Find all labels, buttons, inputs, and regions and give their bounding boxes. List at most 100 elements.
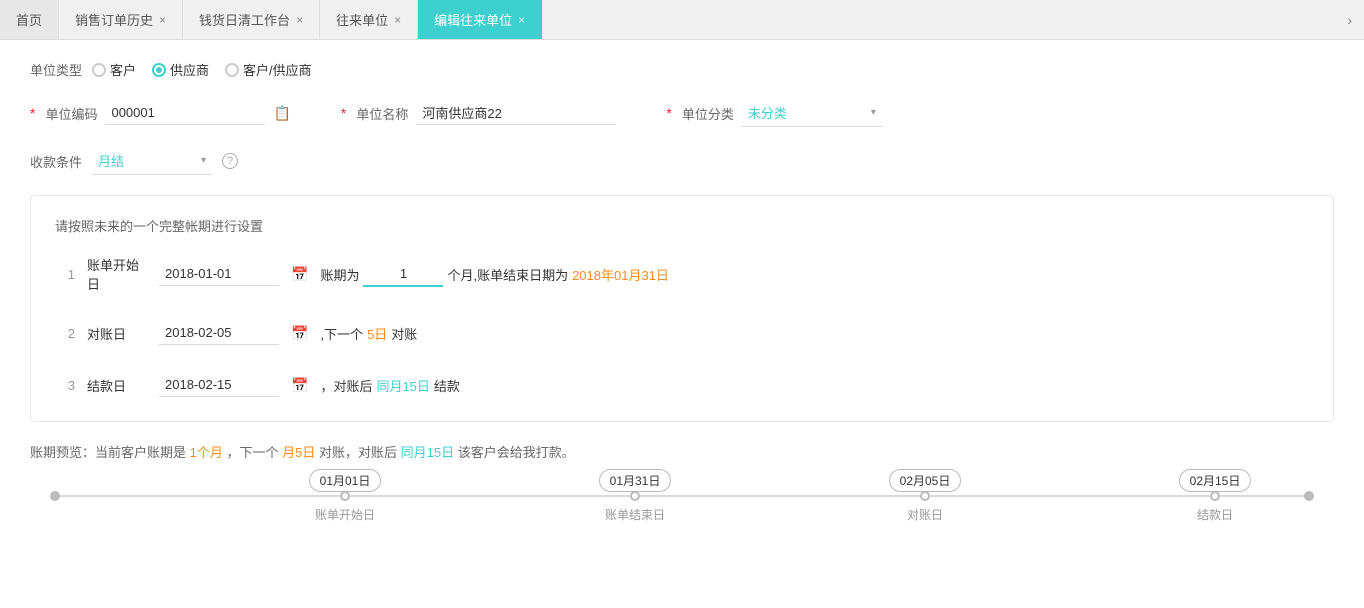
- payment-terms-label: 收款条件: [30, 152, 82, 171]
- timeline-date-1: 01月01日: [309, 469, 382, 492]
- unit-name-input[interactable]: [416, 101, 616, 125]
- preview-day: 月5日: [282, 445, 315, 460]
- calendar-icon-code[interactable]: 📋: [273, 105, 290, 122]
- timeline-line-3: [640, 495, 920, 497]
- timeline-date-2: 01月31日: [599, 469, 672, 492]
- payment-terms-chevron: ▾: [201, 155, 206, 166]
- timeline-node-3: 02月05日 对账日: [920, 491, 930, 501]
- timeline-dot-4: [1210, 491, 1220, 501]
- reconcile-date-calendar[interactable]: 📅: [291, 325, 308, 342]
- preview-payment-day: 同月15日: [401, 445, 454, 460]
- setting-row-2: 2 对账日 📅 ,下一个 5日 对账: [55, 321, 1309, 345]
- panel-title: 请按照未来的一个完整帐期进行设置: [55, 216, 1309, 235]
- period-input[interactable]: [363, 262, 443, 287]
- payment-day-highlight: 同月15日: [376, 376, 429, 395]
- payment-terms-select[interactable]: 月结 ▾: [92, 147, 212, 175]
- payment-date-calendar[interactable]: 📅: [291, 377, 308, 394]
- unit-category-select[interactable]: 未分类 ▾: [742, 99, 882, 127]
- timeline-date-4: 02月15日: [1179, 469, 1252, 492]
- row-1-desc: 账期为 个月,账单结束日期为 2018年01月31日: [320, 262, 668, 287]
- radio-supplier-circle: [152, 63, 166, 77]
- start-date-calendar[interactable]: 📅: [291, 266, 308, 283]
- start-date-input[interactable]: [159, 262, 279, 286]
- unit-type-label: 单位类型: [30, 60, 82, 79]
- unit-code-group: * 单位编码 📋: [30, 101, 291, 125]
- timeline-dot-2: [630, 491, 640, 501]
- tab-bar: 首页 销售订单历史 × 钱货日清工作台 × 往来单位 × 编辑往来单位 × ›: [0, 0, 1364, 40]
- timeline-line-2: [350, 495, 630, 497]
- unit-type-radio-group: 客户 供应商 客户/供应商: [92, 60, 312, 79]
- row-1-desc-prefix: 账期为: [320, 265, 359, 284]
- tab-partner-label: 往来单位: [336, 10, 388, 29]
- timeline: 01月01日 账单开始日 01月31日 账单结束日 02月05日 对账日 0: [50, 491, 1314, 501]
- timeline-dot-1: [340, 491, 350, 501]
- close-tab-cash-workbench[interactable]: ×: [296, 14, 303, 26]
- row-2-desc: ,下一个 5日 对账: [320, 324, 417, 343]
- unit-category-chevron: ▾: [871, 107, 876, 118]
- unit-category-star: *: [666, 105, 671, 121]
- tab-cash-workbench-label: 钱货日清工作台: [199, 10, 290, 29]
- reconcile-date-input[interactable]: [159, 321, 279, 345]
- setting-row-1: 1 账单开始日 📅 账期为 个月,账单结束日期为 2018年01月31日: [55, 255, 1309, 293]
- unit-details-row: * 单位编码 📋 * 单位名称 * 单位分类 未分类 ▾: [30, 99, 1334, 127]
- radio-customer-supplier[interactable]: 客户/供应商: [225, 60, 312, 79]
- tab-home[interactable]: 首页: [0, 0, 59, 39]
- close-tab-edit-partner[interactable]: ×: [518, 14, 525, 26]
- setting-row-3: 3 结款日 📅 ，对账后 同月15日 结款: [55, 373, 1309, 397]
- close-tab-sales-history[interactable]: ×: [159, 14, 166, 26]
- unit-name-group: * 单位名称: [341, 101, 616, 125]
- row-3-desc: ，对账后 同月15日 结款: [320, 376, 460, 395]
- tab-sales-history[interactable]: 销售订单历史 ×: [59, 0, 183, 39]
- tab-cash-workbench[interactable]: 钱货日清工作台 ×: [183, 0, 320, 39]
- tab-edit-partner-label: 编辑往来单位: [434, 10, 512, 29]
- end-date-highlight: 2018年01月31日: [572, 265, 669, 284]
- unit-category-group: * 单位分类 未分类 ▾: [666, 99, 881, 127]
- timeline-label-1: 账单开始日: [315, 506, 375, 523]
- radio-customer-label: 客户: [110, 60, 136, 79]
- row-num-2: 2: [55, 326, 75, 341]
- timeline-label-3: 对账日: [907, 506, 943, 523]
- row-1-desc-middle: 个月,账单结束日期为: [447, 265, 568, 284]
- row-3-desc-prefix: ，对账后: [320, 376, 372, 395]
- radio-supplier[interactable]: 供应商: [152, 60, 209, 79]
- timeline-container: 01月01日 账单开始日 01月31日 账单结束日 02月05日 对账日 0: [30, 491, 1334, 541]
- unit-code-input[interactable]: [105, 101, 265, 125]
- tab-home-label: 首页: [16, 10, 42, 29]
- tab-edit-partner[interactable]: 编辑往来单位 ×: [418, 0, 542, 39]
- settings-panel: 请按照未来的一个完整帐期进行设置 1 账单开始日 📅 账期为 个月,账单结束日期…: [30, 195, 1334, 422]
- radio-customer[interactable]: 客户: [92, 60, 136, 79]
- row-label-1: 账单开始日: [87, 255, 147, 293]
- timeline-node-2: 01月31日 账单结束日: [630, 491, 640, 501]
- row-num-3: 3: [55, 378, 75, 393]
- row-num-1: 1: [55, 267, 75, 282]
- timeline-date-3: 02月05日: [889, 469, 962, 492]
- timeline-line-4: [930, 495, 1210, 497]
- tab-more-button[interactable]: ›: [1335, 0, 1364, 39]
- timeline-node-4: 02月15日 结款日: [1210, 491, 1220, 501]
- unit-category-label: 单位分类: [682, 104, 734, 123]
- timeline-start-dot: [50, 491, 60, 501]
- timeline-label-4: 结款日: [1197, 506, 1233, 523]
- row-2-desc-suffix: 对账: [391, 324, 417, 343]
- timeline-dot-3: [920, 491, 930, 501]
- timeline-line-1: [60, 495, 340, 497]
- timeline-end-dot: [1304, 491, 1314, 501]
- main-content: 单位类型 客户 供应商 客户/供应商 * 单位编码 📋 * 单位名: [0, 40, 1364, 608]
- preview-middle: ，下一个: [227, 445, 279, 460]
- preview-suffix: 该客户会给我打款。: [458, 445, 575, 460]
- radio-supplier-label: 供应商: [170, 60, 209, 79]
- help-icon[interactable]: ?: [222, 153, 238, 169]
- unit-code-label: 单位编码: [45, 104, 97, 123]
- preview-period: 1个月: [190, 445, 223, 460]
- timeline-line-end: [1220, 495, 1304, 497]
- tab-partner[interactable]: 往来单位 ×: [320, 0, 418, 39]
- payment-date-input[interactable]: [159, 373, 279, 397]
- payment-terms-value: 月结: [98, 151, 201, 170]
- unit-type-row: 单位类型 客户 供应商 客户/供应商: [30, 60, 1334, 79]
- row-3-desc-suffix: 结款: [434, 376, 460, 395]
- close-tab-partner[interactable]: ×: [394, 14, 401, 26]
- row-label-3: 结款日: [87, 376, 147, 395]
- unit-name-star: *: [341, 105, 346, 121]
- timeline-label-2: 账单结束日: [605, 506, 665, 523]
- unit-name-label: 单位名称: [356, 104, 408, 123]
